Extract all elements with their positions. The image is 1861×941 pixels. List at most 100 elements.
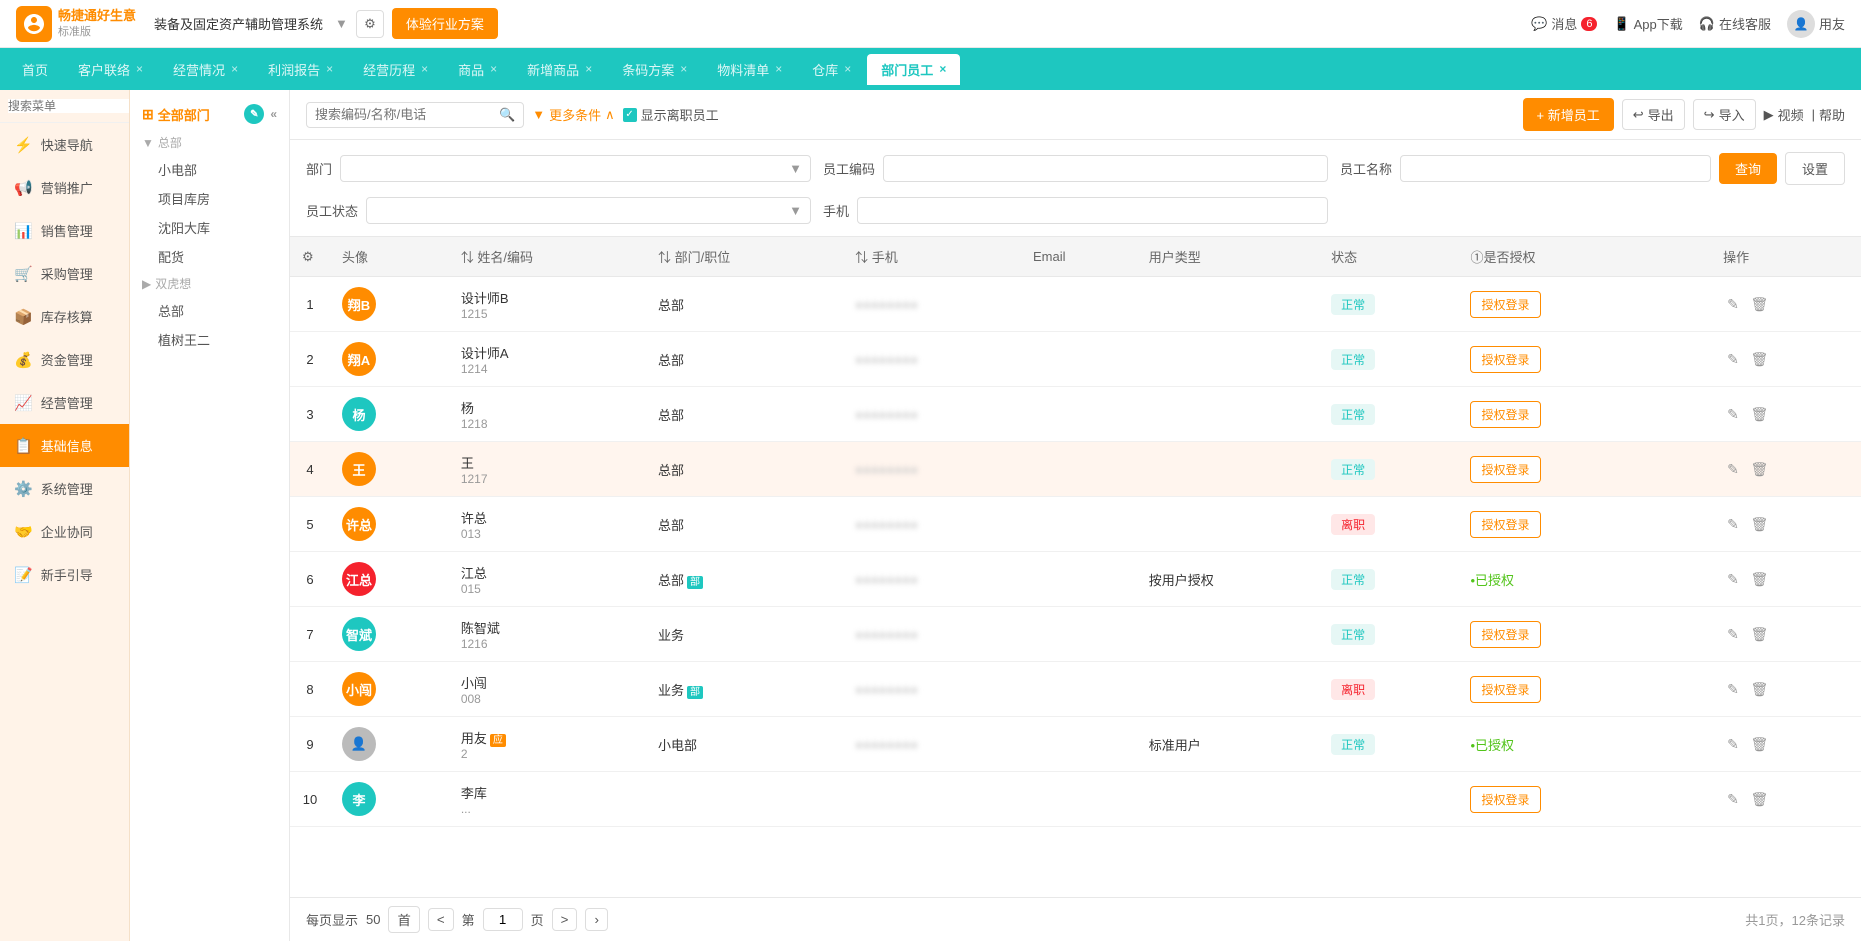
next-page-btn[interactable]: > [552,908,578,931]
tab-add-goods-close[interactable]: × [585,62,592,76]
dept-tree-edit-btn[interactable]: ✎ [244,104,264,124]
tab-bom-close[interactable]: × [775,62,782,76]
tab-add-goods[interactable]: 新增商品× [513,54,606,85]
sidebar-item-finance[interactable]: 💰 资金管理 [0,338,129,381]
dept-child-zb[interactable]: 总部 [130,296,289,325]
tab-profit[interactable]: 利润报告× [254,54,347,85]
online-service-button[interactable]: 🎧 在线客服 [1699,14,1771,33]
tab-customer-close[interactable]: × [136,62,143,76]
sidebar-item-operations[interactable]: 📈 经营管理 [0,381,129,424]
delete-btn[interactable]: 🗑 [1746,624,1772,645]
view-button[interactable]: ▶ 视频 [1764,105,1804,124]
edit-btn[interactable]: ✎ [1723,624,1743,645]
help-button[interactable]: | 帮助 [1812,105,1845,124]
search-input[interactable] [315,107,495,122]
tab-dept-staff-close[interactable]: × [939,62,946,76]
delete-btn[interactable]: 🗑 [1746,459,1772,480]
sidebar-item-guide[interactable]: 📝 新手引导 [0,553,129,596]
import-button[interactable]: ↪ 导入 [1693,99,1756,130]
delete-btn[interactable]: 🗑 [1746,349,1772,370]
dept-child-sydl[interactable]: 沈阳大库 [130,213,289,242]
delete-btn[interactable]: 🗑 [1746,404,1772,425]
tab-goods-close[interactable]: × [490,62,497,76]
sidebar-item-system[interactable]: ⚙️ 系统管理 [0,467,129,510]
sidebar-item-quick-nav[interactable]: ⚡ 快速导航 [0,123,129,166]
dept-child-ph[interactable]: 配货 [130,242,289,271]
tab-bom[interactable]: 物料清单× [703,54,796,85]
filter-emp-status-select[interactable]: ▼ [366,197,811,224]
tab-warehouse[interactable]: 仓库× [798,54,865,85]
dept-tree-collapse-btn[interactable]: « [270,107,277,121]
last-page-btn[interactable]: › [585,908,607,931]
page-input[interactable] [483,908,523,931]
tab-dept-staff[interactable]: 部门员工× [867,54,960,85]
delete-btn[interactable]: 🗑 [1746,294,1772,315]
show-resign-wrap[interactable]: ✓ 显示离职员工 [623,105,719,124]
tab-profit-close[interactable]: × [326,62,333,76]
auth-login-btn[interactable]: 授权登录 [1470,676,1540,703]
sidebar-item-inventory[interactable]: 📦 库存核算 [0,295,129,338]
edit-btn[interactable]: ✎ [1723,789,1743,810]
edit-btn[interactable]: ✎ [1723,514,1743,535]
auth-login-btn[interactable]: 授权登录 [1470,456,1540,483]
sidebar-search-input[interactable] [8,99,130,113]
col-dept-pos[interactable]: ⇅ 部门/职位 [646,237,843,277]
auth-login-btn[interactable]: 授权登录 [1470,346,1540,373]
auth-login-btn[interactable]: 授权登录 [1470,511,1540,538]
edit-btn[interactable]: ✎ [1723,349,1743,370]
message-button[interactable]: 💬 消息 6 [1531,14,1597,33]
tab-barcode-close[interactable]: × [680,62,687,76]
col-name-code[interactable]: ⇅ 姓名/编码 [449,237,646,277]
first-page-btn[interactable]: 首 [388,906,419,933]
auth-login-btn[interactable]: 授权登录 [1470,621,1540,648]
trial-button[interactable]: 体验行业方案 [392,8,498,39]
filter-dept-select[interactable]: ▼ [340,155,811,182]
tab-home[interactable]: 首页 [8,54,62,85]
export-button[interactable]: ↩ 导出 [1622,99,1685,130]
more-filters-btn[interactable]: ▼ 更多条件 ∧ [532,105,614,124]
dept-group-shx[interactable]: ▶ 双虎想 [130,271,289,296]
delete-btn[interactable]: 🗑 [1746,679,1772,700]
dept-group-total[interactable]: ▼ 总部 [130,130,289,155]
edit-btn[interactable]: ✎ [1723,459,1743,480]
tab-history[interactable]: 经营历程× [349,54,442,85]
settings-button[interactable]: ⚙ [356,10,384,38]
query-button[interactable]: 查询 [1719,153,1777,184]
edit-btn[interactable]: ✎ [1723,679,1743,700]
sidebar-item-collab[interactable]: 🤝 企业协同 [0,510,129,553]
tab-customer[interactable]: 客户联络× [64,54,157,85]
tab-goods[interactable]: 商品× [444,54,511,85]
edit-btn[interactable]: ✎ [1723,734,1743,755]
col-phone[interactable]: ⇅ 手机 [843,237,1021,277]
prev-page-btn[interactable]: < [428,908,454,931]
show-resign-checkbox[interactable]: ✓ [623,108,637,122]
filter-phone-input[interactable] [857,197,1328,224]
auth-login-btn[interactable]: 授权登录 [1470,401,1540,428]
sidebar-item-sales[interactable]: 📊 销售管理 [0,209,129,252]
tab-operation[interactable]: 经营情况× [159,54,252,85]
edit-btn[interactable]: ✎ [1723,569,1743,590]
auth-login-btn[interactable]: 授权登录 [1470,786,1540,813]
delete-btn[interactable]: 🗑 [1746,514,1772,535]
dept-child-zswz[interactable]: 植树王二 [130,325,289,354]
tab-history-close[interactable]: × [421,62,428,76]
delete-btn[interactable]: 🗑 [1746,789,1772,810]
filter-emp-name-input[interactable] [1400,155,1711,182]
dept-child-xdb[interactable]: 小电部 [130,155,289,184]
app-download-button[interactable]: 📱 App下载 [1613,14,1682,33]
edit-btn[interactable]: ✎ [1723,294,1743,315]
auth-login-btn[interactable]: 授权登录 [1470,291,1540,318]
tab-operation-close[interactable]: × [231,62,238,76]
sidebar-item-purchase[interactable]: 🛒 采购管理 [0,252,129,295]
filter-emp-code-input[interactable] [883,155,1328,182]
delete-btn[interactable]: 🗑 [1746,734,1772,755]
title-dropdown-icon[interactable]: ▼ [335,16,348,31]
add-employee-button[interactable]: + 新增员工 [1523,98,1614,131]
user-menu[interactable]: 👤 用友 [1787,10,1845,38]
sidebar-item-marketing[interactable]: 📢 营销推广 [0,166,129,209]
tab-warehouse-close[interactable]: × [844,62,851,76]
delete-btn[interactable]: 🗑 [1746,569,1772,590]
sidebar-item-basic-info[interactable]: 📋 基础信息 [0,424,129,467]
tab-barcode[interactable]: 条码方案× [608,54,701,85]
dept-child-xmkf[interactable]: 项目库房 [130,184,289,213]
